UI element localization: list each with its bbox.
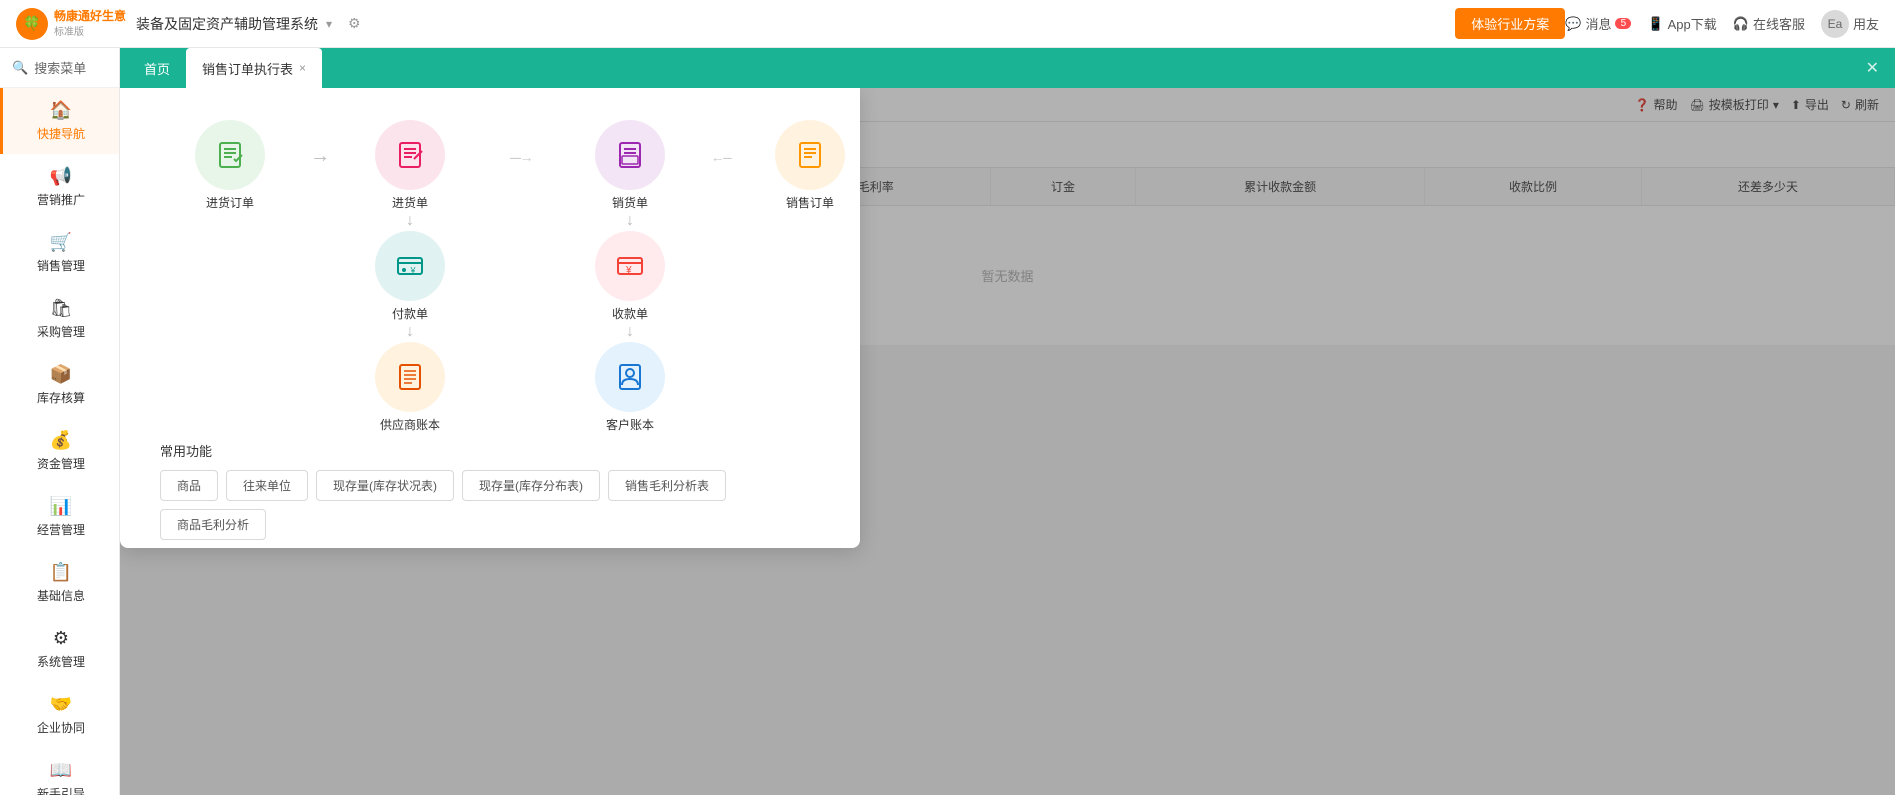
sidebar-item-newbie[interactable]: 📖 新手引导 bbox=[0, 748, 119, 795]
flow-node-supplier-account: 供应商账本 bbox=[340, 342, 480, 433]
top-header: 🍀 畅康通好生意 标准版 装备及固定资产辅助管理系统 ▾ ⚙ 体验行业方案 💬 … bbox=[0, 0, 1895, 48]
sidebar-item-quick-nav[interactable]: 🏠 快捷导航 bbox=[0, 88, 119, 154]
svg-text:￥: ￥ bbox=[409, 266, 417, 275]
logo-sub: 标准版 bbox=[54, 23, 126, 38]
sales-order-icon bbox=[775, 120, 845, 190]
sidebar-item-inventory[interactable]: 📦 库存核算 bbox=[0, 352, 119, 418]
flow-node-purchase-order: 进货订单 bbox=[160, 120, 300, 211]
flow-node-purchase-bill: 进货单 bbox=[340, 120, 480, 211]
sidebar-item-system[interactable]: ⚙ 系统管理 bbox=[0, 616, 119, 682]
inventory-icon: 📦 bbox=[50, 364, 72, 385]
modal-overlay[interactable]: 进货订单 → 进货单 bbox=[120, 88, 1895, 795]
sidebar-item-basic[interactable]: 📋 基础信息 bbox=[0, 550, 119, 616]
purchase-order-icon bbox=[195, 120, 265, 190]
flow-node-payment-bill: ￥ 付款单 bbox=[340, 231, 480, 322]
tab-close-icon[interactable]: × bbox=[299, 61, 306, 75]
download-icon: 📱 bbox=[1647, 16, 1663, 32]
header-right: 💬 消息 5 📱 App下载 🎧 在线客服 Ea 用友 bbox=[1565, 10, 1879, 38]
customer-account-icon bbox=[595, 342, 665, 412]
receipt-bill-icon: ¥ bbox=[595, 231, 665, 301]
app-download-btn[interactable]: 📱 App下载 bbox=[1647, 14, 1716, 33]
tab-bar-close-btn[interactable]: ✕ bbox=[1858, 58, 1887, 78]
online-service-btn[interactable]: 🎧 在线客服 bbox=[1733, 14, 1805, 33]
function-buttons-row1: 商品 往来单位 现存量(库存状况表) 现存量(库存分布表) 销售毛利分析表 商品… bbox=[160, 470, 820, 540]
search-icon: 🔍 bbox=[12, 60, 28, 76]
sidebar: 🔍 搜索菜单 🏠 快捷导航 📢 营销推广 🛒 销售管理 🛍 采购管理 📦 库存核… bbox=[0, 48, 120, 795]
settings-icon[interactable]: ⚙ bbox=[348, 15, 361, 32]
func-btn-stock-status[interactable]: 现存量(库存状况表) bbox=[316, 470, 454, 501]
purchase-bill-icon bbox=[375, 120, 445, 190]
flow-node-receipt-bill: ¥ 收款单 bbox=[560, 231, 700, 322]
sales-bill-icon bbox=[595, 120, 665, 190]
payment-bill-icon: ￥ bbox=[375, 231, 445, 301]
system-dropdown-icon[interactable]: ▾ bbox=[326, 17, 332, 31]
logo-icon: 🍀 bbox=[16, 8, 48, 40]
main-content: 首页 销售订单执行表 × ✕ ❓ 帮助 🖨 按模板打印 ▾ ⬆ 导出 bbox=[120, 48, 1895, 795]
func-btn-product[interactable]: 商品 bbox=[160, 470, 218, 501]
flow-diagram: 进货订单 → 进货单 bbox=[144, 112, 836, 433]
purchase-icon: 🛍 bbox=[50, 298, 73, 319]
marketing-icon: 📢 bbox=[50, 166, 72, 187]
flow-node-sales-bill: 销货单 bbox=[560, 120, 700, 211]
message-badge: 5 bbox=[1615, 18, 1631, 29]
user-avatar: Ea bbox=[1821, 10, 1849, 38]
experience-btn[interactable]: 体验行业方案 bbox=[1455, 8, 1565, 39]
quick-nav-icon: 🏠 bbox=[50, 100, 72, 121]
sidebar-item-finance[interactable]: 💰 资金管理 bbox=[0, 418, 119, 484]
func-btn-product-gross[interactable]: 商品毛利分析 bbox=[160, 509, 266, 540]
flow-node-sales-order: 销售订单 bbox=[740, 120, 860, 211]
logo-area: 🍀 畅康通好生意 标准版 bbox=[16, 8, 136, 40]
message-icon: 💬 bbox=[1565, 16, 1581, 32]
tab-bar: 首页 销售订单执行表 × ✕ bbox=[120, 48, 1895, 88]
common-functions-title: 常用功能 bbox=[160, 441, 820, 460]
system-title: 装备及固定资产辅助管理系统 ▾ ⚙ bbox=[136, 14, 1443, 34]
sales-icon: 🛒 bbox=[50, 232, 72, 253]
quick-guide-modal: 进货订单 → 进货单 bbox=[120, 88, 860, 548]
sidebar-item-marketing[interactable]: 📢 营销推广 bbox=[0, 154, 119, 220]
operation-icon: 📊 bbox=[50, 496, 72, 517]
func-btn-sales-gross[interactable]: 销售毛利分析表 bbox=[608, 470, 726, 501]
supplier-account-icon bbox=[375, 342, 445, 412]
tab-home[interactable]: 首页 bbox=[128, 48, 186, 88]
enterprise-icon: 🤝 bbox=[50, 694, 72, 715]
basic-icon: 📋 bbox=[50, 562, 72, 583]
sidebar-item-sales[interactable]: 🛒 销售管理 bbox=[0, 220, 119, 286]
user-area[interactable]: Ea 用友 bbox=[1821, 10, 1879, 38]
system-icon: ⚙ bbox=[53, 628, 69, 649]
sidebar-item-enterprise[interactable]: 🤝 企业协同 bbox=[0, 682, 119, 748]
svg-text:¥: ¥ bbox=[625, 265, 632, 276]
finance-icon: 💰 bbox=[50, 430, 72, 451]
func-btn-partner[interactable]: 往来单位 bbox=[226, 470, 308, 501]
logo-text: 畅康通好生意 bbox=[54, 9, 126, 23]
sidebar-item-operation[interactable]: 📊 经营管理 bbox=[0, 484, 119, 550]
search-menu[interactable]: 🔍 搜索菜单 bbox=[0, 48, 119, 88]
sidebar-item-purchase[interactable]: 🛍 采购管理 bbox=[0, 286, 119, 352]
flow-node-customer-account: 客户账本 bbox=[560, 342, 700, 433]
func-btn-stock-dist[interactable]: 现存量(库存分布表) bbox=[462, 470, 600, 501]
message-btn[interactable]: 💬 消息 5 bbox=[1565, 14, 1631, 33]
tab-sales-order[interactable]: 销售订单执行表 × bbox=[186, 48, 322, 88]
common-functions: 常用功能 商品 往来单位 现存量(库存状况表) 现存量(库存分布表) 销售毛利分… bbox=[144, 433, 836, 548]
content-area: ❓ 帮助 🖨 按模板打印 ▾ ⬆ 导出 ↻ 刷新 📅 单据状态 ▾ bbox=[120, 88, 1895, 795]
service-icon: 🎧 bbox=[1733, 16, 1749, 32]
newbie-icon: 📖 bbox=[50, 760, 72, 781]
